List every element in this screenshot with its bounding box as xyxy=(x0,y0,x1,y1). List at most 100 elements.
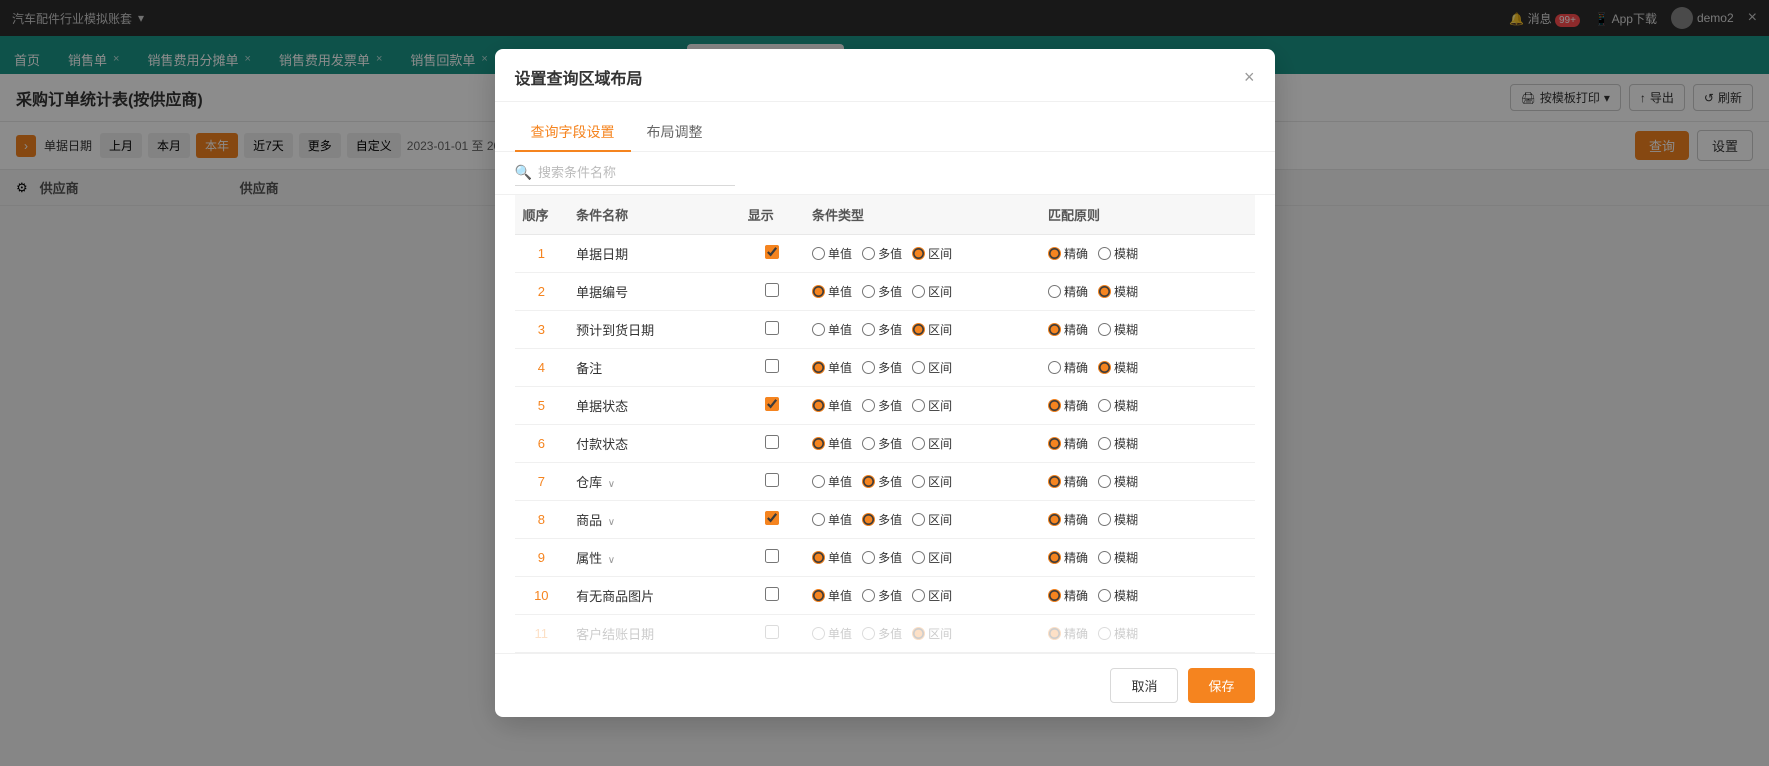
cell-name: 单据状态 xyxy=(568,387,740,425)
type-radio-单值[interactable]: 单值 xyxy=(812,359,852,376)
cell-display xyxy=(740,311,804,349)
type-radio-区间[interactable]: 区间 xyxy=(912,397,952,414)
display-checkbox[interactable] xyxy=(765,473,779,487)
match-radio-模糊[interactable]: 模糊 xyxy=(1098,245,1138,262)
match-radio-模糊[interactable]: 模糊 xyxy=(1098,283,1138,300)
type-radio-单值[interactable]: 单值 xyxy=(812,549,852,566)
type-radio-多值[interactable]: 多值 xyxy=(862,549,902,566)
cancel-button[interactable]: 取消 xyxy=(1110,668,1178,703)
cell-name: 商品 ∨ xyxy=(568,501,740,539)
th-type: 条件类型 xyxy=(804,195,1040,235)
match-radio-精确[interactable]: 精确 xyxy=(1048,245,1088,262)
cell-display xyxy=(740,425,804,463)
type-radio-单值[interactable]: 单值 xyxy=(812,587,852,604)
type-radio-区间[interactable]: 区间 xyxy=(912,549,952,566)
type-radio-多值[interactable]: 多值 xyxy=(862,511,902,528)
type-radio-单值[interactable]: 单值 xyxy=(812,321,852,338)
match-radio-模糊[interactable]: 模糊 xyxy=(1098,435,1138,452)
match-radio-精确[interactable]: 精确 xyxy=(1048,397,1088,414)
cell-type: 单值多值区间 xyxy=(804,501,1040,539)
display-checkbox[interactable] xyxy=(765,435,779,449)
type-radio-多值[interactable]: 多值 xyxy=(862,435,902,452)
type-radio-多值[interactable]: 多值 xyxy=(862,625,902,642)
match-radio-精确[interactable]: 精确 xyxy=(1048,549,1088,566)
dropdown-arrow[interactable]: ∨ xyxy=(608,517,615,528)
match-radio-模糊[interactable]: 模糊 xyxy=(1098,511,1138,528)
search-input[interactable] xyxy=(538,165,718,180)
table-row: 3预计到货日期单值多值区间精确模糊 xyxy=(515,311,1255,349)
dropdown-arrow[interactable]: ∨ xyxy=(608,555,615,566)
type-radio-区间[interactable]: 区间 xyxy=(912,625,952,642)
match-radio-模糊[interactable]: 模糊 xyxy=(1098,473,1138,490)
cell-name: 付款状态 xyxy=(568,425,740,463)
type-radio-单值[interactable]: 单值 xyxy=(812,397,852,414)
cell-display xyxy=(740,539,804,577)
cell-order: 5 xyxy=(515,387,569,425)
match-radio-精确[interactable]: 精确 xyxy=(1048,435,1088,452)
dialog-tab-query-fields[interactable]: 查询字段设置 xyxy=(515,114,631,152)
save-button[interactable]: 保存 xyxy=(1188,668,1254,703)
type-radio-多值[interactable]: 多值 xyxy=(862,397,902,414)
dialog-close-button[interactable]: × xyxy=(1244,68,1255,86)
type-radio-多值[interactable]: 多值 xyxy=(862,283,902,300)
type-radio-单值[interactable]: 单值 xyxy=(812,625,852,642)
match-radio-精确[interactable]: 精确 xyxy=(1048,283,1088,300)
display-checkbox[interactable] xyxy=(765,245,779,259)
type-radio-多值[interactable]: 多值 xyxy=(862,587,902,604)
match-radio-模糊[interactable]: 模糊 xyxy=(1098,587,1138,604)
table-row: 4备注单值多值区间精确模糊 xyxy=(515,349,1255,387)
type-radio-单值[interactable]: 单值 xyxy=(812,435,852,452)
cell-type: 单值多值区间 xyxy=(804,311,1040,349)
match-radio-模糊[interactable]: 模糊 xyxy=(1098,625,1138,642)
cell-order: 8 xyxy=(515,501,569,539)
type-radio-区间[interactable]: 区间 xyxy=(912,587,952,604)
type-radio-区间[interactable]: 区间 xyxy=(912,283,952,300)
type-radio-单值[interactable]: 单值 xyxy=(812,245,852,262)
type-radio-多值[interactable]: 多值 xyxy=(862,321,902,338)
type-radio-多值[interactable]: 多值 xyxy=(862,359,902,376)
display-checkbox[interactable] xyxy=(765,625,779,639)
match-radio-精确[interactable]: 精确 xyxy=(1048,321,1088,338)
cell-name: 预计到货日期 xyxy=(568,311,740,349)
type-radio-区间[interactable]: 区间 xyxy=(912,435,952,452)
cell-order: 1 xyxy=(515,235,569,273)
match-radio-精确[interactable]: 精确 xyxy=(1048,587,1088,604)
type-radio-多值[interactable]: 多值 xyxy=(862,245,902,262)
dialog-tab-layout[interactable]: 布局调整 xyxy=(631,114,719,152)
match-radio-模糊[interactable]: 模糊 xyxy=(1098,359,1138,376)
display-checkbox[interactable] xyxy=(765,587,779,601)
type-radio-区间[interactable]: 区间 xyxy=(912,359,952,376)
type-radio-单值[interactable]: 单值 xyxy=(812,473,852,490)
match-radio-模糊[interactable]: 模糊 xyxy=(1098,321,1138,338)
display-checkbox[interactable] xyxy=(765,321,779,335)
type-radio-区间[interactable]: 区间 xyxy=(912,473,952,490)
match-radio-精确[interactable]: 精确 xyxy=(1048,511,1088,528)
cell-match: 精确模糊 xyxy=(1040,273,1255,311)
display-checkbox[interactable] xyxy=(765,397,779,411)
display-checkbox[interactable] xyxy=(765,549,779,563)
type-radio-多值[interactable]: 多值 xyxy=(862,473,902,490)
match-radio-模糊[interactable]: 模糊 xyxy=(1098,397,1138,414)
match-radio-模糊[interactable]: 模糊 xyxy=(1098,549,1138,566)
match-radio-精确[interactable]: 精确 xyxy=(1048,473,1088,490)
dropdown-arrow[interactable]: ∨ xyxy=(608,479,615,490)
display-checkbox[interactable] xyxy=(765,283,779,297)
match-radio-精确[interactable]: 精确 xyxy=(1048,359,1088,376)
cell-display xyxy=(740,501,804,539)
dialog-tabs: 查询字段设置 布局调整 xyxy=(495,102,1275,152)
match-radio-精确[interactable]: 精确 xyxy=(1048,625,1088,642)
type-radio-单值[interactable]: 单值 xyxy=(812,283,852,300)
cell-order: 7 xyxy=(515,463,569,501)
type-radio-单值[interactable]: 单值 xyxy=(812,511,852,528)
dialog-title: 设置查询区域布局 xyxy=(515,65,643,89)
table-header-row: 顺序 条件名称 显示 条件类型 匹配原则 xyxy=(515,195,1255,235)
display-checkbox[interactable] xyxy=(765,359,779,373)
type-radio-区间[interactable]: 区间 xyxy=(912,321,952,338)
type-radio-区间[interactable]: 区间 xyxy=(912,511,952,528)
type-radio-区间[interactable]: 区间 xyxy=(912,245,952,262)
cell-match: 精确模糊 xyxy=(1040,235,1255,273)
conditions-table: 顺序 条件名称 显示 条件类型 匹配原则 1单据日期单值多值区间精确模糊2单据编… xyxy=(515,195,1255,653)
table-row: 2单据编号单值多值区间精确模糊 xyxy=(515,273,1255,311)
display-checkbox[interactable] xyxy=(765,511,779,525)
cell-name: 单据日期 xyxy=(568,235,740,273)
